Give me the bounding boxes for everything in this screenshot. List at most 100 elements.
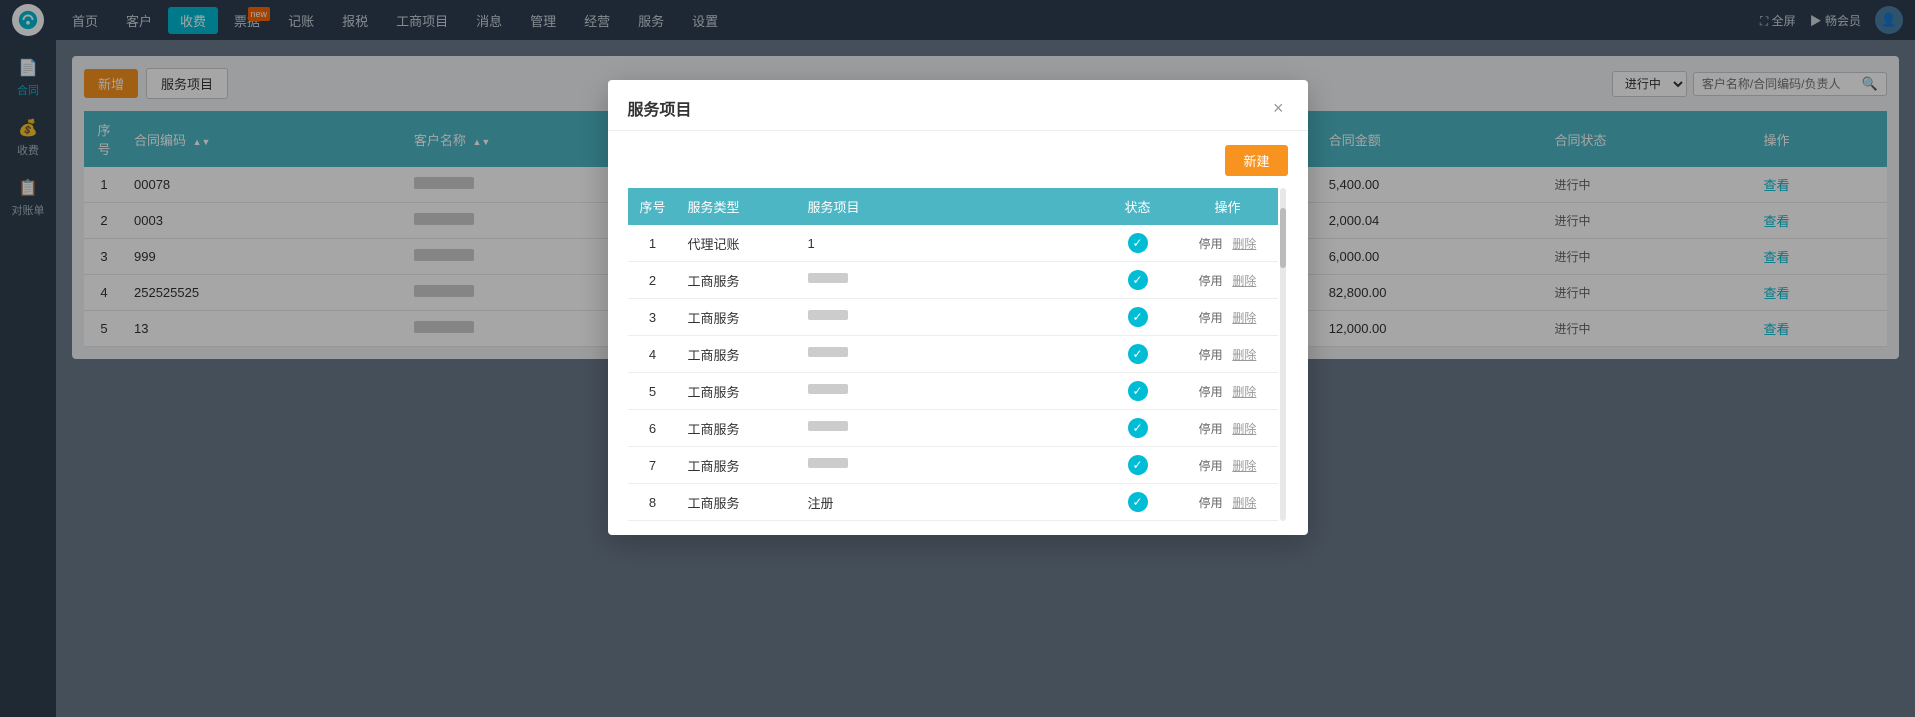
modal-th-action: 操作 — [1178, 188, 1278, 225]
modal-cell-item — [798, 299, 1098, 336]
item-blurred — [808, 347, 848, 357]
item-text: 1 — [808, 236, 815, 251]
delete-button[interactable]: 删除 — [1232, 272, 1256, 289]
modal-table-row: 8 工商服务 注册 ✓ 停用 删除 — [628, 484, 1278, 521]
stop-button[interactable]: 停用 — [1199, 457, 1223, 474]
modal-close-button[interactable]: × — [1269, 98, 1288, 119]
modal-table-row: 6 工商服务 ✓ 停用 删除 — [628, 410, 1278, 447]
modal-th-type: 服务类型 — [678, 188, 798, 225]
modal-header: 服务项目 × — [608, 80, 1308, 131]
modal-table-row: 3 工商服务 ✓ 停用 删除 — [628, 299, 1278, 336]
modal-cell-item — [798, 410, 1098, 447]
modal-cell-type: 工商服务 — [678, 410, 798, 447]
modal-cell-type: 工商服务 — [678, 262, 798, 299]
status-check-icon: ✓ — [1128, 492, 1148, 512]
modal-cell-status: ✓ — [1098, 225, 1178, 262]
status-check-icon: ✓ — [1128, 344, 1148, 364]
modal-cell-status: ✓ — [1098, 373, 1178, 410]
modal-table-row: 1 代理记账 1 ✓ 停用 删除 — [628, 225, 1278, 262]
modal-cell-type: 工商服务 — [678, 336, 798, 373]
modal-table-row: 5 工商服务 ✓ 停用 删除 — [628, 373, 1278, 410]
status-check-icon: ✓ — [1128, 381, 1148, 401]
modal-cell-item — [798, 447, 1098, 484]
modal-table-container: 序号 服务类型 服务项目 状态 操作 1 代理记账 1 ✓ 停用 删除 — [628, 188, 1288, 521]
service-items-modal: 服务项目 × 新建 序号 服务类型 服务项目 状态 操 — [608, 80, 1308, 535]
item-blurred — [808, 273, 848, 283]
modal-cell-item — [798, 336, 1098, 373]
stop-button[interactable]: 停用 — [1199, 309, 1223, 326]
modal-cell-seq: 7 — [628, 447, 678, 484]
modal-toolbar: 新建 — [628, 145, 1288, 176]
modal-th-status: 状态 — [1098, 188, 1178, 225]
modal-table-row: 2 工商服务 ✓ 停用 删除 — [628, 262, 1278, 299]
modal-th-item: 服务项目 — [798, 188, 1098, 225]
modal-cell-item — [798, 373, 1098, 410]
status-check-icon: ✓ — [1128, 418, 1148, 438]
delete-button[interactable]: 删除 — [1232, 420, 1256, 437]
stop-button[interactable]: 停用 — [1199, 420, 1223, 437]
item-blurred — [808, 310, 848, 320]
modal-cell-action: 停用 删除 — [1178, 447, 1278, 484]
item-blurred — [808, 384, 848, 394]
delete-button[interactable]: 删除 — [1232, 494, 1256, 511]
modal-cell-seq: 5 — [628, 373, 678, 410]
modal-cell-type: 工商服务 — [678, 373, 798, 410]
modal-cell-seq: 4 — [628, 336, 678, 373]
modal-cell-type: 工商服务 — [678, 484, 798, 521]
modal-cell-seq: 1 — [628, 225, 678, 262]
status-check-icon: ✓ — [1128, 307, 1148, 327]
modal-cell-type: 工商服务 — [678, 299, 798, 336]
modal-cell-status: ✓ — [1098, 447, 1178, 484]
modal-cell-action: 停用 删除 — [1178, 225, 1278, 262]
item-blurred — [808, 458, 848, 468]
status-check-icon: ✓ — [1128, 270, 1148, 290]
modal-cell-seq: 6 — [628, 410, 678, 447]
modal-overlay[interactable]: 服务项目 × 新建 序号 服务类型 服务项目 状态 操 — [0, 0, 1915, 717]
stop-button[interactable]: 停用 — [1199, 235, 1223, 252]
modal-new-button[interactable]: 新建 — [1225, 145, 1287, 176]
status-check-icon: ✓ — [1128, 233, 1148, 253]
modal-cell-action: 停用 删除 — [1178, 262, 1278, 299]
modal-cell-status: ✓ — [1098, 262, 1178, 299]
modal-cell-action: 停用 删除 — [1178, 484, 1278, 521]
modal-cell-status: ✓ — [1098, 410, 1178, 447]
item-blurred — [808, 421, 848, 431]
modal-body: 新建 序号 服务类型 服务项目 状态 操作 — [608, 131, 1308, 535]
modal-cell-item: 1 — [798, 225, 1098, 262]
modal-th-seq: 序号 — [628, 188, 678, 225]
status-check-icon: ✓ — [1128, 455, 1148, 475]
modal-cell-action: 停用 删除 — [1178, 410, 1278, 447]
modal-table-row: 7 工商服务 ✓ 停用 删除 — [628, 447, 1278, 484]
modal-cell-seq: 8 — [628, 484, 678, 521]
modal-cell-status: ✓ — [1098, 484, 1178, 521]
stop-button[interactable]: 停用 — [1199, 494, 1223, 511]
modal-header-row: 序号 服务类型 服务项目 状态 操作 — [628, 188, 1278, 225]
modal-cell-seq: 2 — [628, 262, 678, 299]
modal-table-row: 4 工商服务 ✓ 停用 删除 — [628, 336, 1278, 373]
modal-title: 服务项目 — [628, 96, 692, 120]
modal-cell-action: 停用 删除 — [1178, 299, 1278, 336]
modal-cell-status: ✓ — [1098, 299, 1178, 336]
scrollbar-track — [1278, 188, 1288, 521]
modal-cell-item: 注册 — [798, 484, 1098, 521]
modal-service-table: 序号 服务类型 服务项目 状态 操作 1 代理记账 1 ✓ 停用 删除 — [628, 188, 1278, 521]
modal-table-wrap[interactable]: 序号 服务类型 服务项目 状态 操作 1 代理记账 1 ✓ 停用 删除 — [628, 188, 1278, 521]
modal-cell-action: 停用 删除 — [1178, 373, 1278, 410]
delete-button[interactable]: 删除 — [1232, 235, 1256, 252]
delete-button[interactable]: 删除 — [1232, 383, 1256, 400]
delete-button[interactable]: 删除 — [1232, 346, 1256, 363]
modal-cell-action: 停用 删除 — [1178, 336, 1278, 373]
stop-button[interactable]: 停用 — [1199, 272, 1223, 289]
scrollbar-thumb[interactable] — [1280, 208, 1286, 268]
stop-button[interactable]: 停用 — [1199, 346, 1223, 363]
modal-cell-seq: 3 — [628, 299, 678, 336]
modal-cell-item — [798, 262, 1098, 299]
delete-button[interactable]: 删除 — [1232, 457, 1256, 474]
modal-cell-type: 代理记账 — [678, 225, 798, 262]
delete-button[interactable]: 删除 — [1232, 309, 1256, 326]
item-text: 注册 — [808, 496, 834, 511]
modal-cell-type: 工商服务 — [678, 447, 798, 484]
modal-cell-status: ✓ — [1098, 336, 1178, 373]
stop-button[interactable]: 停用 — [1199, 383, 1223, 400]
modal-table-body: 1 代理记账 1 ✓ 停用 删除 2 工商服务 ✓ 停用 删除 3 工商服务 ✓… — [628, 225, 1278, 521]
